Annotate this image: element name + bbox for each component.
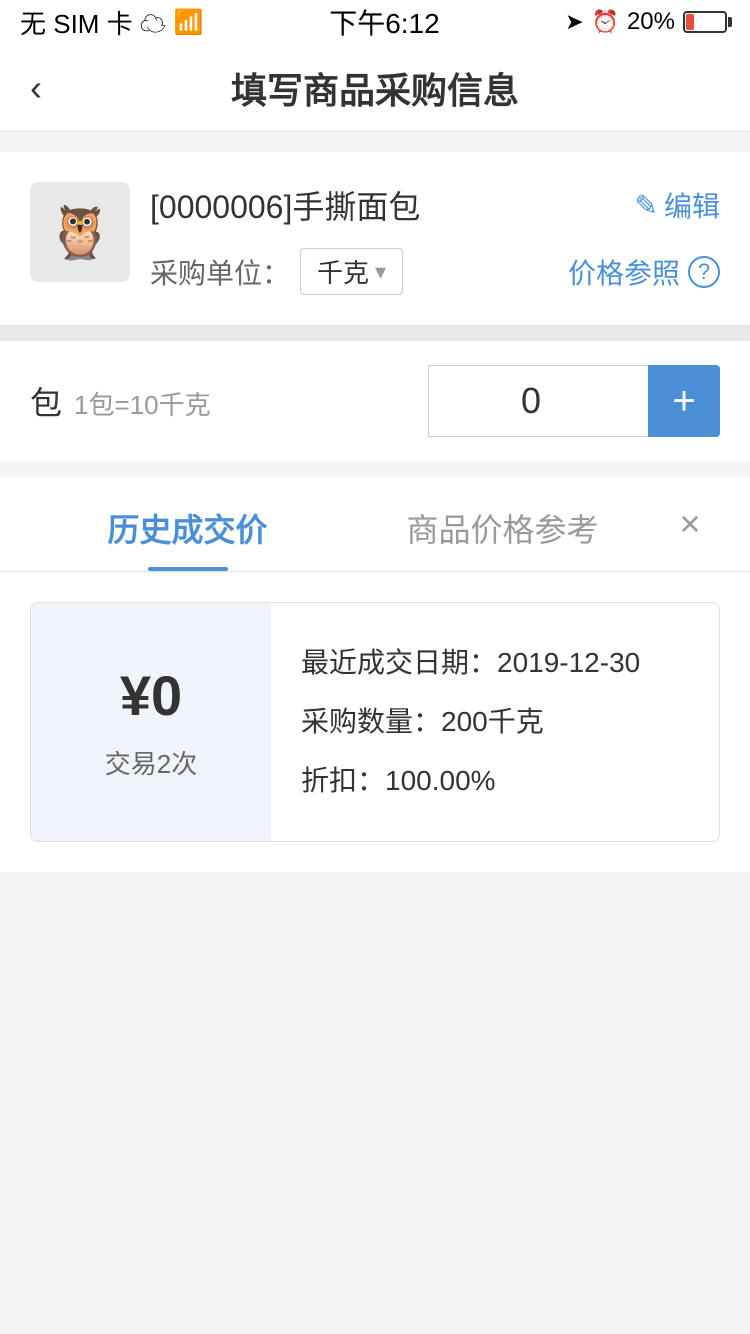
unit-select[interactable]: 千克 ▾ bbox=[300, 248, 403, 295]
quantity-plus-button[interactable]: + bbox=[648, 365, 720, 437]
quantity-control: + bbox=[428, 365, 720, 437]
battery-icon bbox=[683, 11, 730, 33]
quantity-row: 包 1包=10千克 + bbox=[0, 341, 750, 461]
page-title: 填写商品采购信息 bbox=[231, 62, 519, 114]
history-discount: 折扣：100.00% bbox=[301, 761, 689, 800]
unit-label-text: 采购单位： bbox=[150, 252, 290, 292]
tab-price-reference[interactable]: 商品价格参考 bbox=[345, 477, 660, 571]
edit-label: 编辑 bbox=[664, 185, 720, 225]
product-owl-icon: 🦉 bbox=[48, 202, 113, 263]
price-ref-help-icon: ? bbox=[688, 256, 720, 288]
edit-button[interactable]: ✎ 编辑 bbox=[635, 185, 720, 225]
alarm-icon: ⏰ bbox=[592, 9, 619, 35]
back-button[interactable]: ‹ bbox=[30, 67, 42, 109]
quantity-unit: 包 bbox=[30, 378, 62, 424]
status-left: 无 SIM 卡 ☁ 📶 bbox=[20, 4, 204, 41]
history-price-section: ¥0 交易2次 bbox=[31, 603, 271, 841]
edit-icon: ✎ bbox=[635, 189, 658, 222]
unit-chevron-icon: ▾ bbox=[375, 259, 386, 285]
history-quantity: 采购数量：200千克 bbox=[301, 702, 689, 741]
history-date: 最近成交日期：2019-12-30 bbox=[301, 643, 689, 682]
status-bar: 无 SIM 卡 ☁ 📶 下午6:12 ➤ ⏰ 20% bbox=[0, 0, 750, 44]
history-trades: 交易2次 bbox=[105, 744, 197, 781]
history-detail-section: 最近成交日期：2019-12-30 采购数量：200千克 折扣：100.00% bbox=[271, 603, 719, 841]
product-card: 🦉 [0000006]手撕面包 ✎ 编辑 采购单位： 千克 ▾ 价格参照 ? bbox=[0, 152, 750, 325]
price-ref-button[interactable]: 价格参照 ? bbox=[568, 252, 720, 292]
product-image: 🦉 bbox=[30, 182, 130, 282]
history-price-value: ¥0 bbox=[120, 663, 182, 728]
history-content: ¥0 交易2次 最近成交日期：2019-12-30 采购数量：200千克 折扣：… bbox=[0, 572, 750, 872]
product-info: [0000006]手撕面包 ✎ 编辑 采购单位： 千克 ▾ 价格参照 ? bbox=[150, 182, 720, 295]
location-icon: ➤ bbox=[565, 9, 583, 35]
unit-value: 千克 bbox=[317, 253, 369, 290]
product-name: [0000006]手撕面包 bbox=[150, 182, 420, 228]
section-divider bbox=[0, 325, 750, 341]
product-header: [0000006]手撕面包 ✎ 编辑 bbox=[150, 182, 720, 228]
tab-close-button[interactable]: × bbox=[660, 494, 720, 554]
history-card: ¥0 交易2次 最近成交日期：2019-12-30 采购数量：200千克 折扣：… bbox=[30, 602, 720, 842]
battery-percent: 20% bbox=[627, 8, 675, 36]
tab-history-price[interactable]: 历史成交价 bbox=[30, 477, 345, 571]
nav-bar: ‹ 填写商品采购信息 bbox=[0, 44, 750, 132]
quantity-sub: 1包=10千克 bbox=[74, 385, 211, 422]
signal-text: 无 SIM 卡 ☁ bbox=[20, 4, 166, 41]
product-unit-row: 采购单位： 千克 ▾ 价格参照 ? bbox=[150, 248, 720, 295]
quantity-label: 包 1包=10千克 bbox=[30, 378, 211, 424]
quantity-input[interactable] bbox=[428, 365, 648, 437]
status-right: ➤ ⏰ 20% bbox=[565, 8, 730, 36]
price-ref-label: 价格参照 bbox=[568, 252, 680, 292]
status-time: 下午6:12 bbox=[329, 2, 440, 42]
wifi-icon: 📶 bbox=[174, 8, 204, 37]
tab-price-ref-label: 商品价格参考 bbox=[406, 512, 598, 548]
tab-bar: 历史成交价 商品价格参考 × bbox=[0, 477, 750, 572]
tab-history-label: 历史成交价 bbox=[107, 512, 267, 548]
unit-label: 采购单位： 千克 ▾ bbox=[150, 248, 403, 295]
